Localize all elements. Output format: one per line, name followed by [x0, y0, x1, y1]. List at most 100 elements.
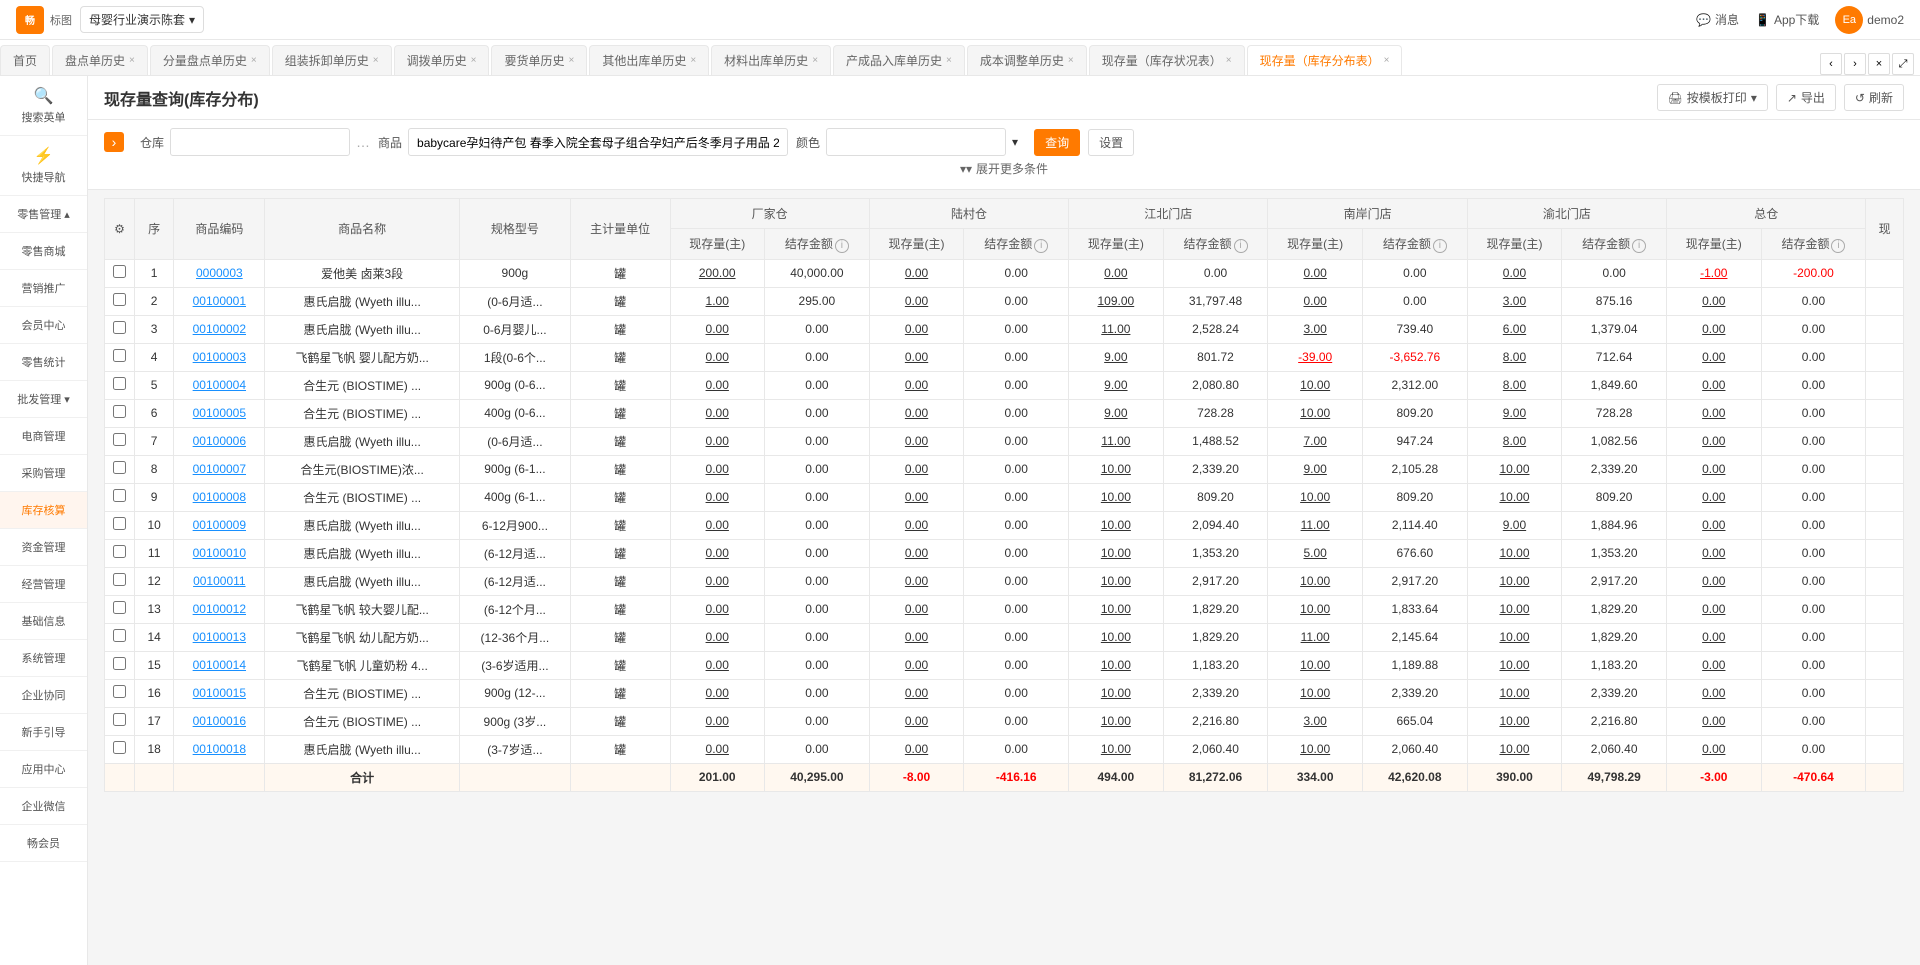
sidebar-item-member2[interactable]: 畅会员: [0, 825, 87, 862]
cell-zc-qty[interactable]: 0.00: [1667, 455, 1761, 483]
cell-zc-qty[interactable]: 0.00: [1667, 371, 1761, 399]
cell-zc-qty[interactable]: 0.00: [1667, 287, 1761, 315]
message-btn[interactable]: 💬 消息: [1696, 11, 1739, 28]
cell-checkbox[interactable]: [105, 567, 135, 595]
tab-10[interactable]: 现存量（库存状况表） ×: [1089, 45, 1245, 75]
cell-code[interactable]: 00100007: [174, 455, 265, 483]
cell-lc-qty[interactable]: 0.00: [869, 259, 963, 287]
zc-amt-info[interactable]: i: [1831, 239, 1845, 253]
tab-expand-btn[interactable]: ⤢: [1892, 53, 1914, 75]
cell-yb-qty[interactable]: 10.00: [1467, 483, 1561, 511]
cell-lc-qty[interactable]: 0.00: [869, 483, 963, 511]
tab-11[interactable]: 现存量（库存分布表） ×: [1247, 45, 1403, 75]
cell-yb-qty[interactable]: 0.00: [1467, 259, 1561, 287]
cell-yb-qty[interactable]: 10.00: [1467, 651, 1561, 679]
print-btn[interactable]: 🖨 按模板打印 ▾: [1657, 84, 1768, 111]
cell-lc-qty[interactable]: 0.00: [869, 539, 963, 567]
cell-cj-qty[interactable]: 200.00: [670, 259, 764, 287]
tab-home[interactable]: 首页: [0, 45, 50, 75]
cell-na-qty[interactable]: 0.00: [1268, 259, 1362, 287]
cell-yb-qty[interactable]: 10.00: [1467, 623, 1561, 651]
user-area[interactable]: Ea demo2: [1835, 6, 1904, 34]
cell-yb-qty[interactable]: 10.00: [1467, 707, 1561, 735]
sidebar-item-purchase[interactable]: 采购管理: [0, 455, 87, 492]
cell-checkbox[interactable]: [105, 287, 135, 315]
cell-na-qty[interactable]: 10.00: [1268, 651, 1362, 679]
cell-yb-qty[interactable]: 3.00: [1467, 287, 1561, 315]
cell-jb-qty[interactable]: 109.00: [1069, 287, 1163, 315]
sidebar-item-wechat[interactable]: 企业微信: [0, 788, 87, 825]
refresh-btn[interactable]: ↺ 刷新: [1844, 84, 1904, 111]
cell-zc-qty[interactable]: 0.00: [1667, 567, 1761, 595]
tab-6-close[interactable]: ×: [690, 55, 696, 66]
tab-8[interactable]: 产成品入库单历史 ×: [833, 45, 965, 75]
cell-jb-qty[interactable]: 10.00: [1069, 651, 1163, 679]
cell-lc-qty[interactable]: 0.00: [869, 455, 963, 483]
cell-na-qty[interactable]: 10.00: [1268, 679, 1362, 707]
cell-jb-qty[interactable]: 0.00: [1069, 259, 1163, 287]
sidebar-item-marketing[interactable]: 营销推广: [0, 270, 87, 307]
sidebar-item-guide[interactable]: 新手引导: [0, 714, 87, 751]
cell-na-qty[interactable]: 10.00: [1268, 735, 1362, 763]
na-amt-info[interactable]: i: [1433, 239, 1447, 253]
cell-lc-qty[interactable]: 0.00: [869, 707, 963, 735]
cell-zc-qty[interactable]: 0.00: [1667, 315, 1761, 343]
cell-code[interactable]: 00100006: [174, 427, 265, 455]
cell-lc-qty[interactable]: 0.00: [869, 511, 963, 539]
tab-7[interactable]: 材料出库单历史 ×: [711, 45, 831, 75]
expand-conditions-btn[interactable]: ▾▾ 展开更多条件: [960, 160, 1048, 177]
cell-lc-qty[interactable]: 0.00: [869, 679, 963, 707]
cell-zc-qty[interactable]: 0.00: [1667, 595, 1761, 623]
cell-lc-qty[interactable]: 0.00: [869, 567, 963, 595]
cell-checkbox[interactable]: [105, 315, 135, 343]
cell-cj-qty[interactable]: 0.00: [670, 315, 764, 343]
cell-cj-qty[interactable]: 0.00: [670, 511, 764, 539]
cell-checkbox[interactable]: [105, 707, 135, 735]
cell-cj-qty[interactable]: 0.00: [670, 707, 764, 735]
cell-code[interactable]: 00100018: [174, 735, 265, 763]
cell-cj-qty[interactable]: 0.00: [670, 343, 764, 371]
cell-zc-qty[interactable]: 0.00: [1667, 735, 1761, 763]
cell-cj-qty[interactable]: 0.00: [670, 623, 764, 651]
cell-na-qty[interactable]: 10.00: [1268, 371, 1362, 399]
tab-9[interactable]: 成本调整单历史 ×: [967, 45, 1087, 75]
cell-yb-qty[interactable]: 10.00: [1467, 595, 1561, 623]
sidebar-item-finance[interactable]: 资金管理: [0, 529, 87, 566]
cell-cj-qty[interactable]: 0.00: [670, 679, 764, 707]
cell-checkbox[interactable]: [105, 259, 135, 287]
tab-1[interactable]: 盘点单历史 ×: [52, 45, 148, 75]
cell-na-qty[interactable]: 3.00: [1268, 315, 1362, 343]
cell-cj-qty[interactable]: 0.00: [670, 483, 764, 511]
sidebar-item-retail-stats[interactable]: 零售统计: [0, 344, 87, 381]
cell-jb-qty[interactable]: 10.00: [1069, 511, 1163, 539]
cell-yb-qty[interactable]: 9.00: [1467, 511, 1561, 539]
cell-code[interactable]: 00100011: [174, 567, 265, 595]
cell-zc-qty[interactable]: 0.00: [1667, 343, 1761, 371]
cell-lc-qty[interactable]: 0.00: [869, 427, 963, 455]
cell-na-qty[interactable]: 10.00: [1268, 595, 1362, 623]
cell-checkbox[interactable]: [105, 399, 135, 427]
cell-zc-qty[interactable]: 0.00: [1667, 399, 1761, 427]
cell-lc-qty[interactable]: 0.00: [869, 315, 963, 343]
warehouse-input[interactable]: [170, 128, 350, 156]
cell-checkbox[interactable]: [105, 735, 135, 763]
cell-zc-qty[interactable]: 0.00: [1667, 623, 1761, 651]
cell-yb-qty[interactable]: 10.00: [1467, 455, 1561, 483]
cell-checkbox[interactable]: [105, 427, 135, 455]
cell-cj-qty[interactable]: 0.00: [670, 455, 764, 483]
sidebar-item-operations[interactable]: 经营管理: [0, 566, 87, 603]
tab-4[interactable]: 调拨单历史 ×: [394, 45, 490, 75]
cell-cj-qty[interactable]: 0.00: [670, 651, 764, 679]
cell-na-qty[interactable]: 3.00: [1268, 707, 1362, 735]
cell-zc-qty[interactable]: 0.00: [1667, 511, 1761, 539]
cell-jb-qty[interactable]: 11.00: [1069, 315, 1163, 343]
org-selector[interactable]: 母婴行业演示陈套 ▾: [80, 6, 204, 33]
sidebar-item-wholesale[interactable]: 批发管理 ▾: [0, 381, 87, 418]
cell-na-qty[interactable]: 10.00: [1268, 399, 1362, 427]
tab-8-close[interactable]: ×: [946, 55, 952, 66]
tab-1-close[interactable]: ×: [129, 55, 135, 66]
cell-code[interactable]: 00100014: [174, 651, 265, 679]
tab-3-close[interactable]: ×: [373, 55, 379, 66]
tab-3[interactable]: 组装拆卸单历史 ×: [272, 45, 392, 75]
cell-lc-qty[interactable]: 0.00: [869, 371, 963, 399]
